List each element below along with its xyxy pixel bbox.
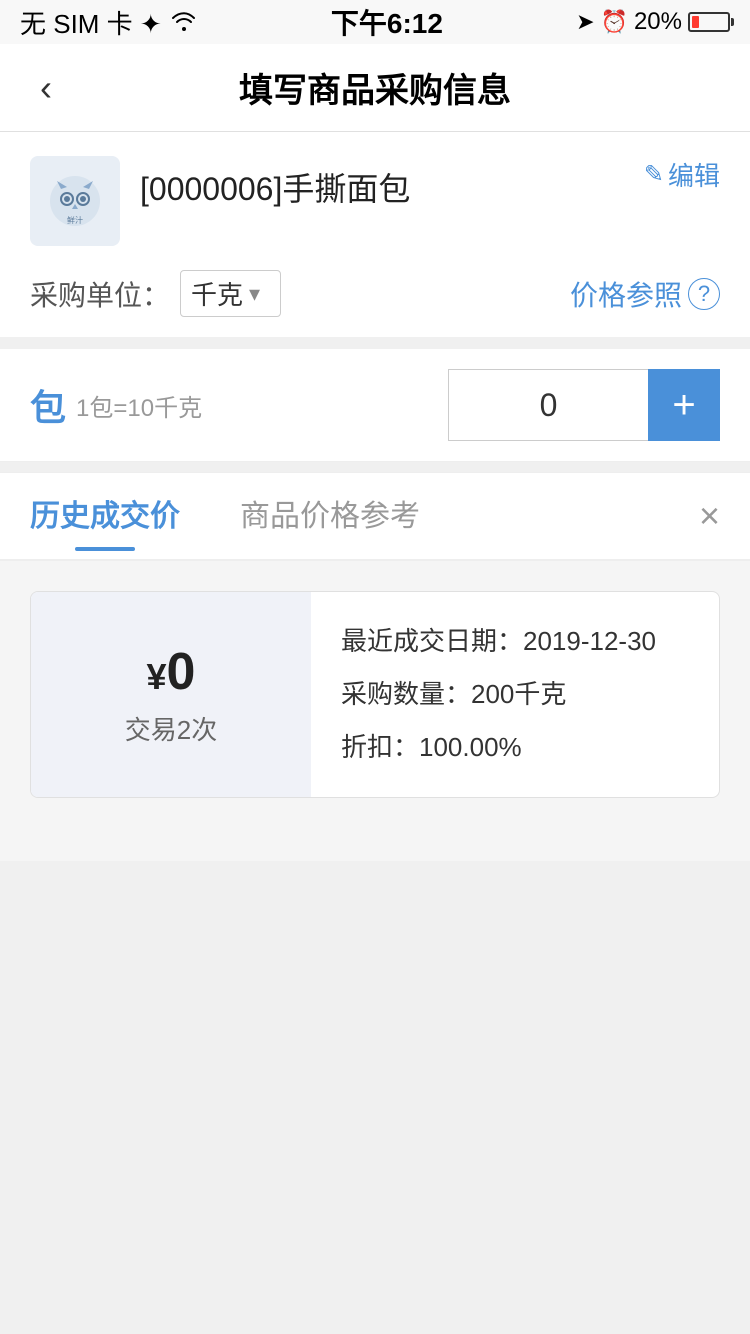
product-left: 鲜汁 [0000006]手撕面包 — [30, 156, 410, 246]
product-unit-row: 采购单位： 千克 ▾ 价格参照 ? — [30, 266, 720, 317]
qty-value: 200千克 — [471, 679, 566, 709]
tabs-nav: 历史成交价 商品价格参考 — [30, 491, 420, 541]
transaction-qty-row: 采购数量：200千克 — [341, 675, 689, 714]
edit-icon: ✎ — [644, 160, 664, 189]
page-title: 填写商品采购信息 — [239, 63, 511, 112]
tab-close-button[interactable]: × — [699, 495, 720, 537]
tab-product-price-ref[interactable]: 商品价格参考 — [240, 491, 420, 541]
status-left: 无 SIM 卡 ✦ — [20, 4, 198, 41]
location-icon: ➤ — [576, 9, 594, 35]
quantity-input-row: + — [448, 369, 720, 441]
tabs-section: 历史成交价 商品价格参考 × ¥0 交易2次 最近成交日期：2019-12-30… — [0, 472, 750, 861]
card-details: 最近成交日期：2019-12-30 采购数量：200千克 折扣：100.00% — [311, 592, 719, 797]
battery-icon — [688, 12, 730, 32]
product-logo: 鲜汁 — [45, 171, 105, 231]
quantity-input[interactable] — [448, 369, 648, 441]
time-display: 下午6:12 — [331, 2, 443, 42]
quantity-label: 包 1包=10千克 — [30, 379, 202, 431]
qty-label: 采购数量： — [341, 679, 471, 709]
nav-bar: ‹ 填写商品采购信息 — [0, 44, 750, 132]
discount-value: 100.00% — [419, 732, 522, 762]
product-thumbnail: 鲜汁 — [30, 156, 120, 246]
package-char: 包 — [30, 379, 66, 431]
discount-label: 折扣： — [341, 732, 419, 762]
product-name: [0000006]手撕面包 — [140, 156, 410, 210]
wifi-icon — [170, 7, 198, 38]
product-header: 鲜汁 [0000006]手撕面包 ✎ 编辑 — [30, 156, 720, 246]
tabs-header: 历史成交价 商品价格参考 × — [0, 473, 750, 561]
alarm-icon: ⏰ — [601, 9, 628, 35]
dropdown-arrow-icon: ▾ — [249, 281, 260, 307]
help-icon: ? — [688, 278, 720, 310]
sim-label: 无 SIM 卡 ✦ — [20, 4, 162, 41]
date-label: 最近成交日期： — [341, 626, 523, 656]
quantity-section: 包 1包=10千克 + — [0, 349, 750, 462]
unit-select-dropdown[interactable]: 千克 ▾ — [180, 270, 281, 317]
product-section: 鲜汁 [0000006]手撕面包 ✎ 编辑 采购单位： 千克 ▾ 价格参照 ? — [0, 132, 750, 337]
status-right: ➤ ⏰ 20% — [576, 8, 730, 36]
quantity-plus-button[interactable]: + — [648, 369, 720, 441]
package-sub-text: 1包=10千克 — [76, 388, 202, 423]
battery-percent: 20% — [634, 8, 682, 36]
price-display: ¥0 — [147, 642, 196, 702]
back-button[interactable]: ‹ — [30, 57, 62, 119]
transaction-card: ¥0 交易2次 最近成交日期：2019-12-30 采购数量：200千克 折扣：… — [30, 591, 720, 798]
tab-history-price[interactable]: 历史成交价 — [30, 491, 180, 541]
transaction-discount-row: 折扣：100.00% — [341, 728, 689, 767]
card-price-summary: ¥0 交易2次 — [31, 592, 311, 797]
trade-count: 交易2次 — [125, 710, 217, 747]
svg-text:鲜汁: 鲜汁 — [67, 215, 83, 225]
transaction-date-row: 最近成交日期：2019-12-30 — [341, 622, 689, 661]
price-value: 0 — [167, 643, 196, 701]
section-divider-1 — [0, 337, 750, 347]
unit-label: 采购单位： 千克 ▾ — [30, 270, 281, 317]
date-value: 2019-12-30 — [523, 626, 656, 656]
price-currency: ¥ — [147, 656, 167, 697]
tab-content: ¥0 交易2次 最近成交日期：2019-12-30 采购数量：200千克 折扣：… — [0, 561, 750, 861]
price-reference-button[interactable]: 价格参照 ? — [570, 274, 720, 314]
edit-button[interactable]: ✎ 编辑 — [644, 156, 720, 193]
status-bar: 无 SIM 卡 ✦ 下午6:12 ➤ ⏰ 20% — [0, 0, 750, 44]
